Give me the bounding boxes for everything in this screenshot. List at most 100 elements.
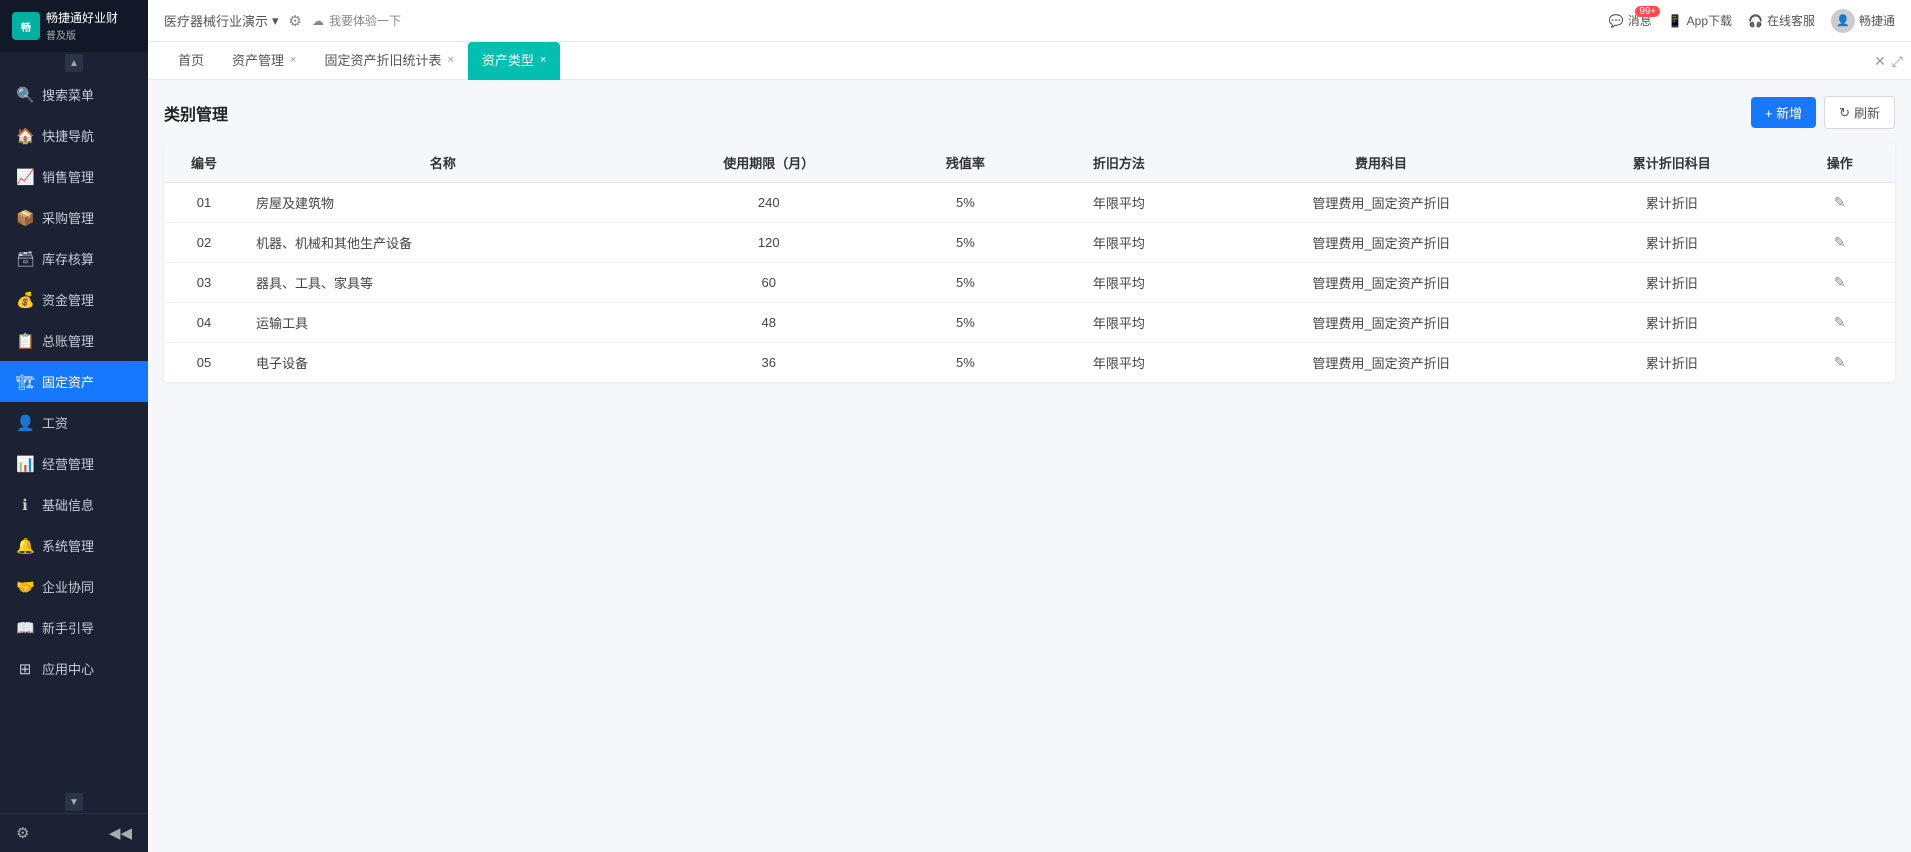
sidebar-item-label: 销售管理 <box>42 167 94 186</box>
cell-name[interactable]: 器具、工具、家具等 <box>244 263 642 303</box>
cell-residual: 5% <box>896 343 1035 383</box>
cell-name[interactable]: 房屋及建筑物 <box>244 183 642 223</box>
trial-button[interactable]: ☁ 我要体验一下 <box>312 12 401 29</box>
user-menu[interactable]: 👤 畅捷通 <box>1831 9 1895 33</box>
cell-expense-subject[interactable]: 管理费用_固定资产折旧 <box>1203 183 1559 223</box>
new-button[interactable]: + 新增 <box>1751 97 1816 128</box>
scroll-up-button[interactable]: ▲ <box>65 54 83 72</box>
window-expand-button[interactable]: ⤢ <box>1892 53 1903 70</box>
window-close-button[interactable]: ✕ <box>1874 53 1886 70</box>
edit-button[interactable]: ✎ <box>1834 274 1846 290</box>
tab-home-label: 首页 <box>178 50 204 69</box>
cell-method: 年限平均 <box>1035 263 1203 303</box>
cell-residual: 5% <box>896 263 1035 303</box>
sidebar-item-basic-info[interactable]: ℹ 基础信息 <box>0 484 148 525</box>
topbar: 医疗器械行业演示 ▾ ⚙ ☁ 我要体验一下 💬 消息 99+ 📱 App下载 <box>148 0 1911 42</box>
edit-button[interactable]: ✎ <box>1834 234 1846 250</box>
cell-name[interactable]: 运输工具 <box>244 303 642 343</box>
sidebar-item-system[interactable]: 🔔 系统管理 <box>0 525 148 566</box>
sidebar-nav: 🔍 搜索菜单 🏠 快捷导航 📈 销售管理 📦 采购管理 🗃 库存核算 💰 资金管… <box>0 74 148 791</box>
tab-asset-mgmt[interactable]: 资产管理 × <box>218 42 310 80</box>
cell-accum-subject[interactable]: 累计折旧 <box>1559 343 1784 383</box>
sidebar-item-label: 企业协同 <box>42 577 94 596</box>
sidebar-item-label: 搜索菜单 <box>42 85 94 104</box>
cell-name[interactable]: 机器、机械和其他生产设备 <box>244 223 642 263</box>
messages-button[interactable]: 💬 消息 99+ <box>1609 12 1652 29</box>
sidebar: 畅 畅捷通好业财 普及版 ▲ 🔍 搜索菜单 🏠 快捷导航 📈 销售管理 📦 采购… <box>0 0 148 852</box>
app-download-button[interactable]: 📱 App下载 <box>1668 12 1732 29</box>
tab-asset-mgmt-close[interactable]: × <box>290 54 296 66</box>
app-download-label: App下载 <box>1687 12 1732 29</box>
cell-action: ✎ <box>1784 343 1895 383</box>
sidebar-item-label: 经营管理 <box>42 454 94 473</box>
sidebar-item-beginner[interactable]: 📖 新手引导 <box>0 607 148 648</box>
cell-expense-subject[interactable]: 管理费用_固定资产折旧 <box>1203 223 1559 263</box>
settings-button[interactable]: ⚙ <box>289 12 302 30</box>
sidebar-item-app-center[interactable]: ⊞ 应用中心 <box>0 648 148 689</box>
sidebar-item-label: 系统管理 <box>42 536 94 555</box>
tab-depreciation-table[interactable]: 固定资产折旧统计表 × <box>310 42 467 80</box>
col-period: 使用期限（月） <box>642 143 896 183</box>
sidebar-item-search[interactable]: 🔍 搜索菜单 <box>0 74 148 115</box>
table-row: 02 机器、机械和其他生产设备 120 5% 年限平均 管理费用_固定资产折旧 … <box>164 223 1895 263</box>
cell-accum-subject[interactable]: 累计折旧 <box>1559 303 1784 343</box>
sidebar-item-label: 资金管理 <box>42 290 94 309</box>
cell-expense-subject[interactable]: 管理费用_固定资产折旧 <box>1203 343 1559 383</box>
app-center-icon: ⊞ <box>16 660 34 678</box>
cell-accum-subject[interactable]: 累计折旧 <box>1559 263 1784 303</box>
cell-code: 04 <box>164 303 244 343</box>
sidebar-item-purchase[interactable]: 📦 采购管理 <box>0 197 148 238</box>
user-name: 畅捷通 <box>1859 12 1895 29</box>
cell-action: ✎ <box>1784 223 1895 263</box>
tab-depreciation-close[interactable]: × <box>447 54 453 66</box>
online-service-button[interactable]: 🎧 在线客服 <box>1748 12 1815 29</box>
settings-icon[interactable]: ⚙ <box>16 824 29 842</box>
sidebar-item-label: 新手引导 <box>42 618 94 637</box>
cell-action: ✎ <box>1784 263 1895 303</box>
capital-icon: 💰 <box>16 291 34 309</box>
cell-name[interactable]: 电子设备 <box>244 343 642 383</box>
company-selector[interactable]: 医疗器械行业演示 ▾ <box>164 11 279 30</box>
avatar: 👤 <box>1831 9 1855 33</box>
section-actions: + 新增 ↻ 刷新 <box>1751 96 1895 129</box>
cell-expense-subject[interactable]: 管理费用_固定资产折旧 <box>1203 303 1559 343</box>
col-method: 折旧方法 <box>1035 143 1203 183</box>
beginner-icon: 📖 <box>16 619 34 637</box>
cell-expense-subject[interactable]: 管理费用_固定资产折旧 <box>1203 263 1559 303</box>
tab-asset-type-close[interactable]: × <box>540 54 546 66</box>
table-header-row: 编号 名称 使用期限（月） 残值率 折旧方法 费用科目 累计折旧科目 操作 <box>164 143 1895 183</box>
sidebar-item-ledger[interactable]: 📋 总账管理 <box>0 320 148 361</box>
sidebar-item-fixed-assets[interactable]: 🏗 固定资产 <box>0 361 148 402</box>
app-logo: 畅 <box>12 12 40 40</box>
edit-button[interactable]: ✎ <box>1834 314 1846 330</box>
edit-button[interactable]: ✎ <box>1834 194 1846 210</box>
page-content: 类别管理 + 新增 ↻ 刷新 编号 名称 使用期限（月） 残值率 折旧方法 费用… <box>148 80 1911 852</box>
search-icon: 🔍 <box>16 86 34 104</box>
cell-code: 03 <box>164 263 244 303</box>
refresh-button[interactable]: ↻ 刷新 <box>1824 96 1895 129</box>
phone-icon: 📱 <box>1668 14 1683 28</box>
tab-asset-type[interactable]: 资产类型 × <box>468 42 560 80</box>
edit-button[interactable]: ✎ <box>1834 354 1846 370</box>
tab-asset-type-label: 资产类型 <box>482 50 534 69</box>
sidebar-item-operations[interactable]: 📊 经营管理 <box>0 443 148 484</box>
sidebar-item-quick-nav[interactable]: 🏠 快捷导航 <box>0 115 148 156</box>
sidebar-item-label: 固定资产 <box>42 372 94 391</box>
sales-icon: 📈 <box>16 168 34 186</box>
sidebar-item-label: 采购管理 <box>42 208 94 227</box>
cell-method: 年限平均 <box>1035 183 1203 223</box>
cell-residual: 5% <box>896 303 1035 343</box>
collapse-sidebar-button[interactable]: ◀◀ <box>109 824 132 842</box>
refresh-icon: ↻ <box>1839 105 1850 121</box>
sidebar-item-sales[interactable]: 📈 销售管理 <box>0 156 148 197</box>
cell-accum-subject[interactable]: 累计折旧 <box>1559 183 1784 223</box>
scroll-down-button[interactable]: ▼ <box>65 793 83 811</box>
cell-accum-subject[interactable]: 累计折旧 <box>1559 223 1784 263</box>
sidebar-item-enterprise[interactable]: 🤝 企业协同 <box>0 566 148 607</box>
sidebar-item-inventory[interactable]: 🗃 库存核算 <box>0 238 148 279</box>
sidebar-item-label: 总账管理 <box>42 331 94 350</box>
app-name: 畅捷通好业财 <box>46 10 118 27</box>
tab-home[interactable]: 首页 <box>164 42 218 80</box>
sidebar-item-capital[interactable]: 💰 资金管理 <box>0 279 148 320</box>
sidebar-item-wages[interactable]: 👤 工资 <box>0 402 148 443</box>
